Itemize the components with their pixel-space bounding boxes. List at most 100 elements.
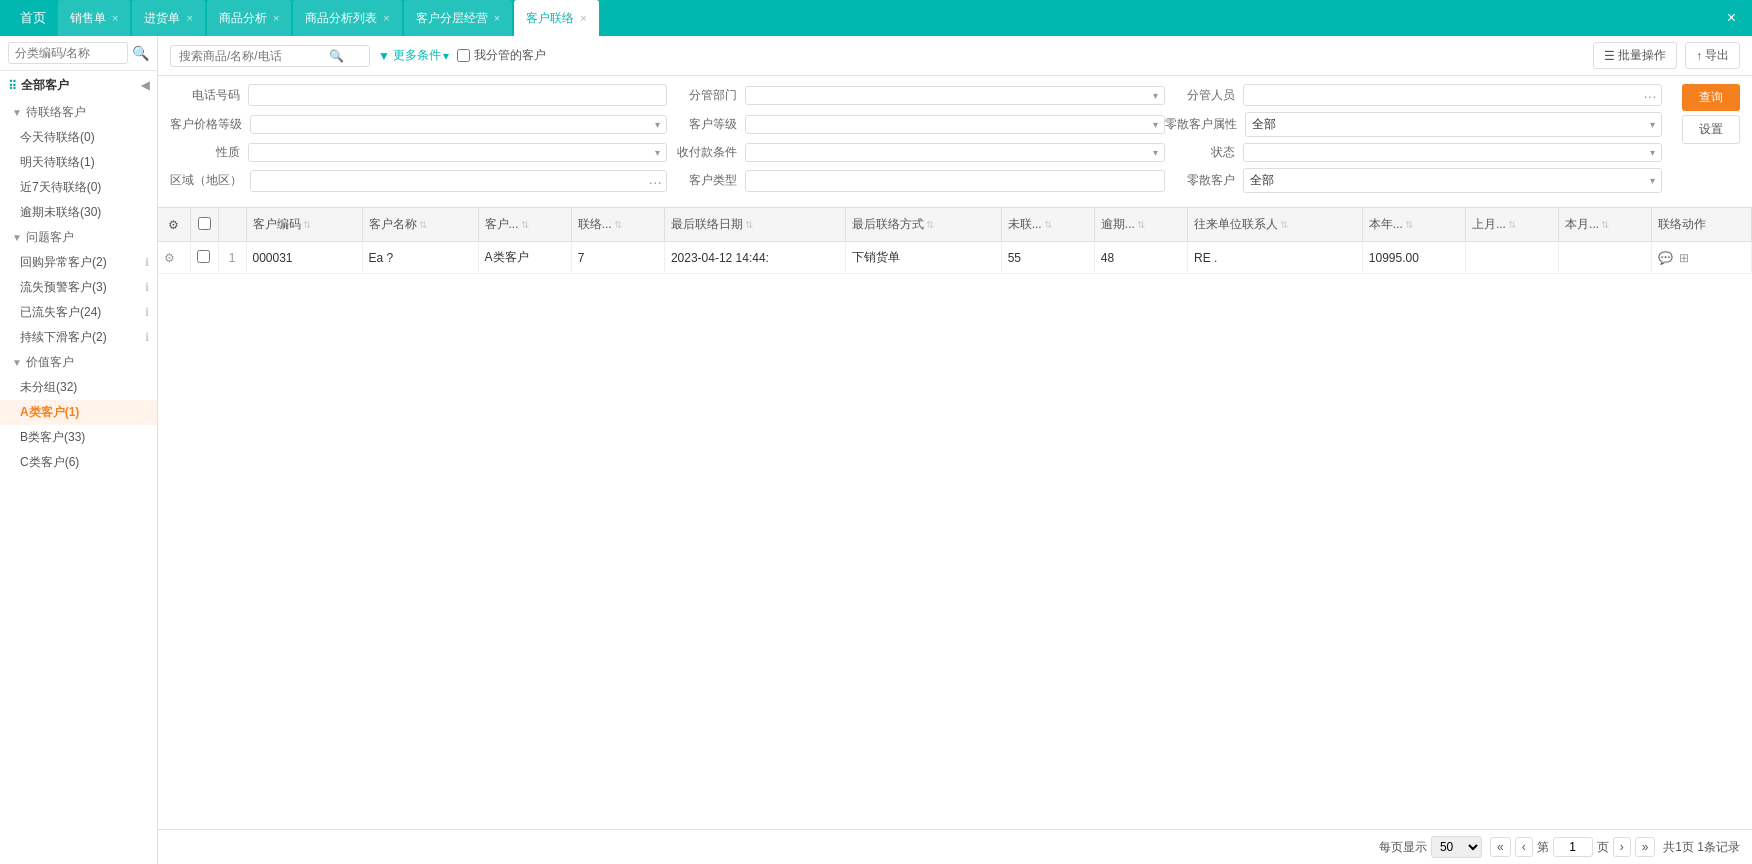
sidebar-item[interactable]: 明天待联络(1) (0, 150, 157, 175)
table-body: ⚙1000031Ea ?A类客户72023-04-12 14:44:下销货单55… (158, 242, 1752, 274)
sidebar-item[interactable]: 今天待联络(0) (0, 125, 157, 150)
sidebar-item[interactable]: A类客户(1) (0, 400, 157, 425)
nav-tab-tab-sales[interactable]: 销售单× (58, 0, 130, 36)
nav-home[interactable]: 首页 (8, 9, 58, 27)
filter-input-field[interactable] (745, 170, 1164, 192)
filter-input-field[interactable] (1244, 85, 1639, 105)
more-conditions-button[interactable]: ▼ 更多条件 ▾ (378, 47, 449, 64)
sort-icon[interactable]: ⇅ (1280, 219, 1288, 230)
cell-unitContact: RE . (1188, 242, 1363, 274)
per-page-label: 每页显示 (1379, 839, 1427, 856)
select-all-checkbox[interactable] (198, 217, 211, 230)
filter-select-field[interactable]: ▾ (745, 143, 1164, 162)
col-header-overdue[interactable]: 逾期...⇅ (1094, 208, 1187, 242)
sidebar-item[interactable]: C类客户(6) (0, 450, 157, 475)
sort-icon[interactable]: ⇅ (419, 219, 427, 230)
sidebar-item[interactable]: 持续下滑客户(2)ℹ (0, 325, 157, 350)
close-tab-tab-purchase-icon[interactable]: × (186, 12, 192, 24)
col-header-noContact[interactable]: 未联...⇅ (1001, 208, 1094, 242)
col-label: 逾期... (1101, 217, 1135, 231)
sort-icon[interactable]: ⇅ (1044, 219, 1052, 230)
filter-dots-button[interactable]: … (1639, 85, 1661, 105)
col-header-lastMonth[interactable]: 上月...⇅ (1465, 208, 1558, 242)
filter-select-field[interactable]: ▾ (1243, 143, 1662, 162)
my-customers-checkbox[interactable] (457, 49, 470, 62)
filter-select-field[interactable]: ▾ (250, 115, 667, 134)
sidebar-item[interactable]: 逾期未联络(30) (0, 200, 157, 225)
filter-select-field[interactable]: ▾ (248, 143, 667, 162)
col-header-name[interactable]: 客户名称⇅ (362, 208, 478, 242)
sort-icon[interactable]: ⇅ (1137, 219, 1145, 230)
filter-input-field[interactable] (248, 84, 667, 106)
sort-icon[interactable]: ⇅ (1508, 219, 1516, 230)
filter-input-field[interactable] (251, 171, 644, 191)
first-page-button[interactable]: « (1490, 837, 1511, 857)
settings-button[interactable]: 设置 (1682, 115, 1740, 144)
col-header-lastDate[interactable]: 最后联络日期⇅ (664, 208, 846, 242)
close-tab-tab-sales-icon[interactable]: × (112, 12, 118, 24)
sort-icon[interactable]: ⇅ (614, 219, 622, 230)
filter-dots-button[interactable]: … (644, 171, 666, 191)
query-button[interactable]: 查询 (1682, 84, 1740, 111)
sort-icon[interactable]: ⇅ (926, 219, 934, 230)
close-tab-tab-customer-segment-icon[interactable]: × (494, 12, 500, 24)
sort-icon[interactable]: ⇅ (521, 219, 529, 230)
sort-icon[interactable]: ⇅ (303, 219, 311, 230)
nav-tab-tab-analysis[interactable]: 商品分析× (207, 0, 291, 36)
sidebar-item[interactable]: 回购异常客户(2)ℹ (0, 250, 157, 275)
last-page-button[interactable]: » (1635, 837, 1656, 857)
sidebar-all-customers[interactable]: ⠿ 全部客户 ◀ (0, 71, 157, 100)
filter-search-input[interactable] (179, 49, 329, 63)
col-header-type[interactable]: 客户...⇅ (478, 208, 571, 242)
nav-tab-tab-customer-segment[interactable]: 客户分层经营× (404, 0, 512, 36)
close-all-button[interactable]: × (1719, 9, 1744, 27)
action-chat-icon[interactable]: 💬 (1658, 251, 1673, 265)
sidebar-item[interactable]: 已流失客户(24)ℹ (0, 300, 157, 325)
col-header-code[interactable]: 客户编码⇅ (246, 208, 362, 242)
export-button[interactable]: ↑ 导出 (1685, 42, 1740, 69)
sidebar-item[interactable]: 近7天待联络(0) (0, 175, 157, 200)
col-header-lastWay[interactable]: 最后联络方式⇅ (846, 208, 1001, 242)
last-way-link[interactable]: 下销货单 (852, 250, 900, 264)
prev-page-button[interactable]: ‹ (1515, 837, 1533, 857)
col-header-thisMonth[interactable]: 本月...⇅ (1559, 208, 1652, 242)
batch-op-button[interactable]: ☰ 批量操作 (1593, 42, 1677, 69)
next-page-button[interactable]: › (1613, 837, 1631, 857)
sort-icon[interactable]: ⇅ (1601, 219, 1609, 230)
nav-tab-tab-purchase[interactable]: 进货单× (132, 0, 204, 36)
sidebar-item[interactable]: 未分组(32) (0, 375, 157, 400)
action-grid-icon[interactable]: ⊞ (1679, 251, 1689, 265)
nav-tab-tab-customer-contact[interactable]: 客户联络 × (514, 0, 598, 36)
nav-tab-tab-analysis-list[interactable]: 商品分析列表 × (293, 0, 401, 36)
sort-icon[interactable]: ⇅ (745, 219, 753, 230)
row-gear-icon[interactable]: ⚙ (164, 251, 175, 265)
sidebar-group-header[interactable]: ▼问题客户 (0, 225, 157, 250)
page-input[interactable] (1553, 837, 1593, 857)
sidebar-item[interactable]: 流失预警客户(3)ℹ (0, 275, 157, 300)
col-header-unitContact[interactable]: 往来单位联系人⇅ (1188, 208, 1363, 242)
close-tab-tab-analysis-list-icon[interactable]: × (383, 12, 389, 24)
sidebar-group-header[interactable]: ▼价值客户 (0, 350, 157, 375)
close-tab-tab-customer-contact-icon[interactable]: × (580, 12, 586, 24)
filter-select-field[interactable]: ▾ (745, 115, 1164, 134)
col-header-thisYear[interactable]: 本年...⇅ (1362, 208, 1465, 242)
filter-select-field[interactable]: 全部▾ (1243, 168, 1662, 193)
all-customers-label: 全部客户 (21, 77, 69, 94)
close-tab-tab-analysis-icon[interactable]: × (273, 12, 279, 24)
per-page-select[interactable]: 50 100 200 (1431, 836, 1482, 858)
sidebar-search-input[interactable] (8, 42, 128, 64)
chevron-down-icon: ▾ (655, 147, 660, 158)
nav-tab-label: 商品分析列表 (305, 10, 377, 27)
gear-icon[interactable]: ⚙ (168, 218, 179, 232)
sidebar-search-icon[interactable]: 🔍 (132, 45, 149, 61)
sort-icon[interactable]: ⇅ (1405, 219, 1413, 230)
filter-select-field[interactable]: 全部▾ (1245, 112, 1662, 137)
sidebar-group-header[interactable]: ▼待联络客户 (0, 100, 157, 125)
sidebar-item[interactable]: B类客户(33) (0, 425, 157, 450)
nav-tab-label: 客户联络 (526, 10, 574, 27)
col-header-contact[interactable]: 联络...⇅ (571, 208, 664, 242)
row-checkbox[interactable] (197, 250, 210, 263)
my-customers-filter: 我分管的客户 (457, 47, 546, 64)
filter-select-field[interactable]: ▾ (745, 86, 1164, 105)
filter-search-button[interactable]: 🔍 (329, 49, 344, 63)
